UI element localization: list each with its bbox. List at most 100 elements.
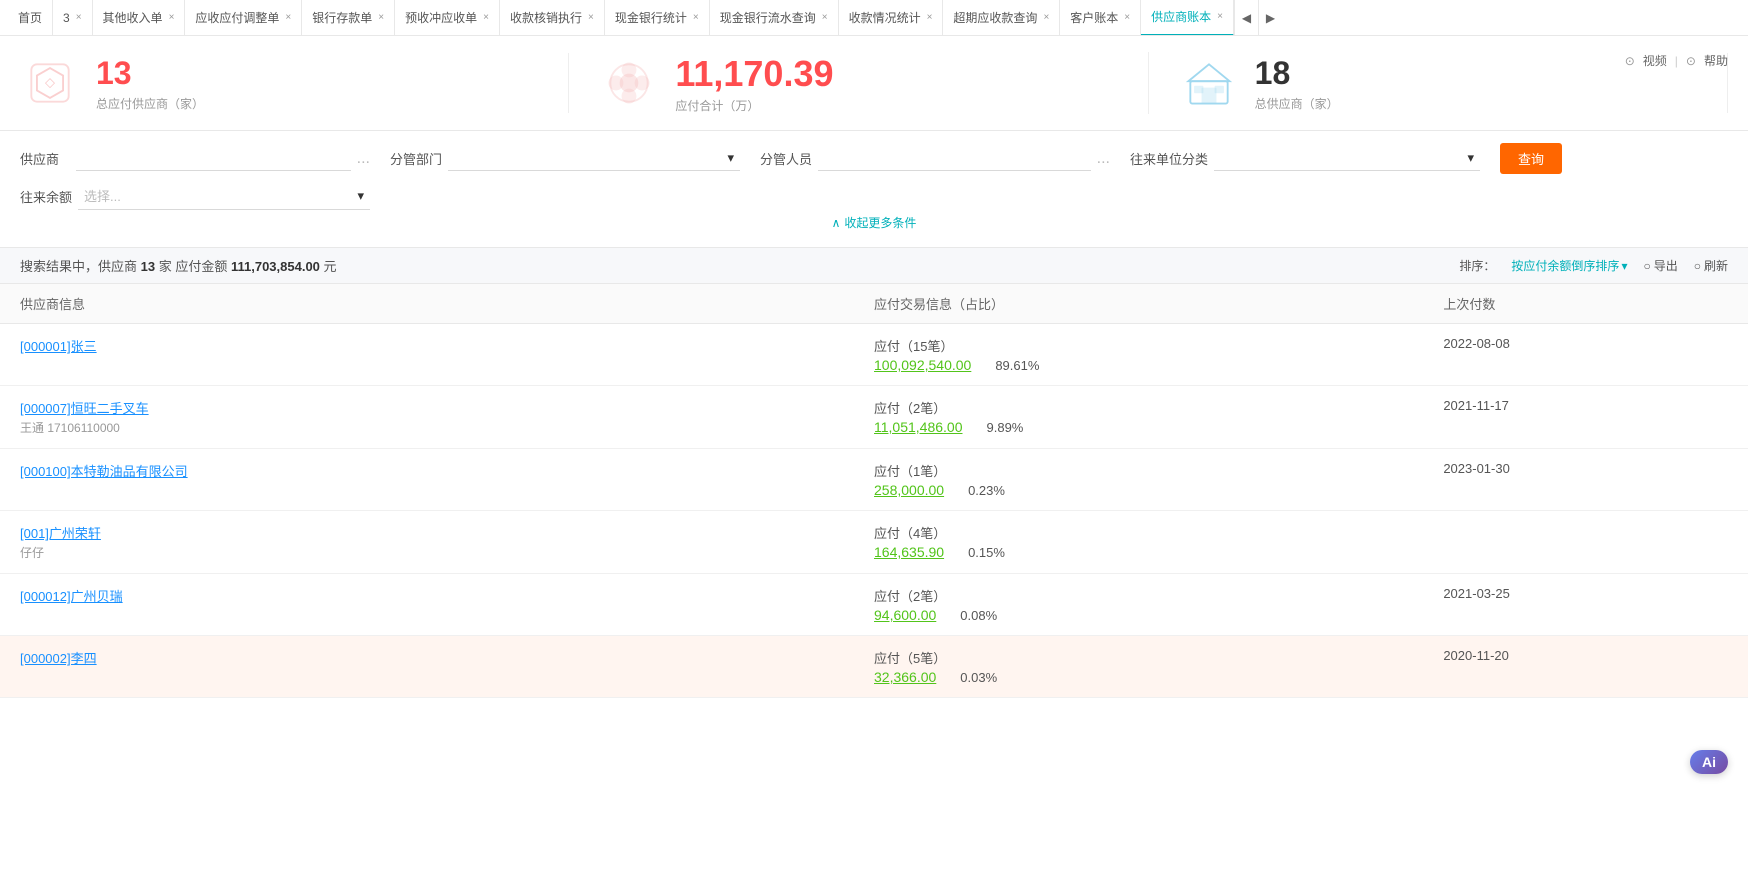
supplier-link-1[interactable]: [000001]张三 xyxy=(20,336,874,355)
nav-tab-ar-ap-adjust[interactable]: 应收应付调整单 × xyxy=(185,0,302,36)
ai-badge[interactable]: Ai xyxy=(1690,750,1728,774)
header-links: ⊙ 视频 | ⊙ 帮助 xyxy=(1625,52,1728,69)
filter-supplier: 供应商 ... xyxy=(20,147,370,171)
tx-row-1: 100,092,540.00 89.61% xyxy=(874,357,1443,373)
summary-card-payable-total: 11,170.39 应付合计（万） xyxy=(569,52,1148,114)
tx-amount-4[interactable]: 164,635.90 xyxy=(874,544,944,560)
last-pay-date-6: 2020-11-20 xyxy=(1443,648,1509,663)
supplier-info-6: [000002]李四 xyxy=(20,648,874,667)
category-select[interactable]: ▾ xyxy=(1214,146,1480,171)
nav-tab-supplier-ledger[interactable]: 供应商账本 × xyxy=(1141,0,1234,36)
nav-tab-cash-flow-close[interactable]: × xyxy=(822,12,828,23)
nav-tab-supplier-ledger-close[interactable]: × xyxy=(1217,11,1223,22)
nav-tab-receipt-verify[interactable]: 收款核销执行 × xyxy=(500,0,605,36)
total-suppliers-text: 18 总供应商（家） xyxy=(1255,54,1339,111)
supplier-dots[interactable]: ... xyxy=(357,150,370,168)
svg-text:◇: ◇ xyxy=(45,75,55,90)
circle-icon-2: ⊙ xyxy=(1686,54,1696,68)
tx-amount-3[interactable]: 258,000.00 xyxy=(874,482,944,498)
dept-select[interactable]: ▾ xyxy=(448,146,740,171)
supplier-link-2[interactable]: [000007]恒旺二手叉车 xyxy=(20,398,874,417)
filter-person: 分管人员 ... xyxy=(760,147,1110,171)
nav-tab-bank-deposit[interactable]: 银行存款单 × xyxy=(302,0,395,36)
nav-tab-bank-deposit-close[interactable]: × xyxy=(378,12,384,23)
separator: | xyxy=(1675,54,1678,68)
tx-percent-6: 0.03% xyxy=(960,670,997,685)
balance-chevron-icon: ▾ xyxy=(357,188,364,204)
supplier-link-6[interactable]: [000002]李四 xyxy=(20,648,874,667)
refresh-icon: ○ xyxy=(1694,259,1701,273)
export-button[interactable]: ○ 导出 xyxy=(1643,257,1677,274)
payable-suppliers-value: 13 xyxy=(96,54,204,92)
nav-next-btn[interactable]: ▶ xyxy=(1258,0,1282,36)
vendor-flower-icon xyxy=(599,53,659,113)
tx-label-5: 应付（2笔） xyxy=(874,586,1443,605)
tx-label-4: 应付（4笔） xyxy=(874,523,1443,542)
tx-amount-2[interactable]: 11,051,486.00 xyxy=(874,419,963,435)
nav-tab-other-income[interactable]: 其他收入单 × xyxy=(93,0,186,36)
nav-tab-other-income-close[interactable]: × xyxy=(169,12,175,23)
supplier-link-3[interactable]: [000100]本特勒油品有限公司 xyxy=(20,461,874,480)
nav-tab-other-income-label: 其他收入单 xyxy=(103,9,163,26)
result-mid: 家 应付金额 xyxy=(159,259,228,274)
sort-label: 排序： xyxy=(1459,257,1495,274)
nav-tab-overdue-ar-close[interactable]: × xyxy=(1043,12,1049,23)
supplier-link-4[interactable]: [001]广州荣轩 xyxy=(20,523,874,542)
export-label: 导出 xyxy=(1654,257,1678,274)
nav-tab-overdue-ar[interactable]: 超期应收款查询 × xyxy=(943,0,1060,36)
nav-tab-receipt-stat[interactable]: 收款情况统计 × xyxy=(839,0,944,36)
refresh-button[interactable]: ○ 刷新 xyxy=(1694,257,1728,274)
total-suppliers-value: 18 xyxy=(1255,54,1339,92)
nav-tab-customer-ledger[interactable]: 客户账本 × xyxy=(1060,0,1141,36)
vendor-diamond-icon: ◇ xyxy=(20,53,80,113)
result-amount: 111,703,854.00 xyxy=(231,259,320,274)
nav-tab-3[interactable]: 3 × xyxy=(53,0,93,36)
nav-tab-cash-flow[interactable]: 现金银行流水查询 × xyxy=(710,0,839,36)
total-suppliers-label: 总供应商（家） xyxy=(1255,95,1339,112)
tx-percent-5: 0.08% xyxy=(960,608,997,623)
tx-amount-1[interactable]: 100,092,540.00 xyxy=(874,357,971,373)
tx-amount-6[interactable]: 32,366.00 xyxy=(874,669,936,685)
nav-tab-home[interactable]: 首页 xyxy=(8,0,53,36)
table-row: [000100]本特勒油品有限公司 应付（1笔） 258,000.00 0.23… xyxy=(0,449,1748,511)
help-link[interactable]: 帮助 xyxy=(1704,52,1728,69)
nav-tab-cash-bank-stat[interactable]: 现金银行统计 × xyxy=(605,0,710,36)
dept-label: 分管部门 xyxy=(390,149,442,168)
refresh-label: 刷新 xyxy=(1704,257,1728,274)
result-prefix: 搜索结果中，供应商 xyxy=(20,259,137,274)
payable-suppliers-label: 总应付供应商（家） xyxy=(96,95,204,112)
sort-select[interactable]: 按应付余额倒序排序 ▾ xyxy=(1511,257,1627,274)
supplier-info-5: [000012]广州贝瑞 xyxy=(20,586,874,605)
col-header-supplier: 供应商信息 xyxy=(20,294,874,313)
nav-tab-receipt-stat-close[interactable]: × xyxy=(927,12,933,23)
nav-tab-prepay-ar-close[interactable]: × xyxy=(483,12,489,23)
last-pay-2: 2021-11-17 xyxy=(1443,398,1728,413)
collapse-button[interactable]: ∧ 收起更多条件 xyxy=(20,210,1728,239)
nav-tab-cash-bank-stat-close[interactable]: × xyxy=(693,12,699,23)
last-pay-6: 2020-11-20 xyxy=(1443,648,1728,663)
payable-suppliers-text: 13 总应付供应商（家） xyxy=(96,54,204,111)
payable-total-text: 11,170.39 应付合计（万） xyxy=(675,52,833,114)
tx-info-5: 应付（2笔） 94,600.00 0.08% xyxy=(874,586,1443,623)
supplier-link-5[interactable]: [000012]广州贝瑞 xyxy=(20,586,874,605)
export-icon: ○ xyxy=(1643,259,1650,273)
tx-amount-5[interactable]: 94,600.00 xyxy=(874,607,936,623)
balance-select[interactable]: 选择... ▾ xyxy=(78,182,370,210)
nav-tab-customer-ledger-close[interactable]: × xyxy=(1124,12,1130,23)
query-button[interactable]: 查询 xyxy=(1500,143,1562,174)
nav-tab-3-close[interactable]: × xyxy=(76,12,82,23)
person-dots[interactable]: ... xyxy=(1097,150,1110,168)
person-input[interactable] xyxy=(818,147,1091,171)
tx-row-2: 11,051,486.00 9.89% xyxy=(874,419,1443,435)
video-link[interactable]: 视频 xyxy=(1643,52,1667,69)
nav-tab-prepay-ar[interactable]: 预收冲应收单 × xyxy=(395,0,500,36)
last-pay-5: 2021-03-25 xyxy=(1443,586,1728,601)
tx-info-2: 应付（2笔） 11,051,486.00 9.89% xyxy=(874,398,1443,435)
nav-tab-receipt-verify-close[interactable]: × xyxy=(588,12,594,23)
supplier-input[interactable] xyxy=(76,147,351,171)
supplier-info-4: [001]广州荣轩 仔仔 xyxy=(20,523,874,561)
last-pay-date-1: 2022-08-08 xyxy=(1443,336,1510,351)
nav-tab-ar-ap-adjust-close[interactable]: × xyxy=(285,12,291,23)
nav-prev-btn[interactable]: ◀ xyxy=(1234,0,1258,36)
dept-chevron-icon: ▾ xyxy=(727,150,734,166)
